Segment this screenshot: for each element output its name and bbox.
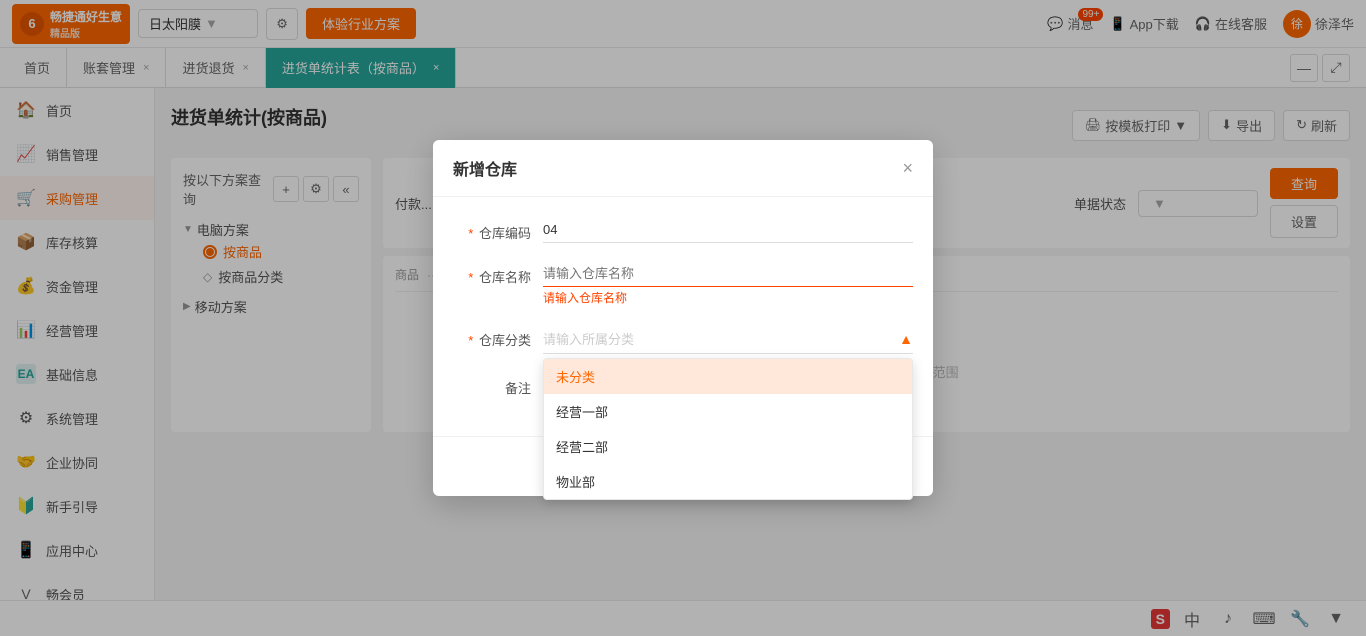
required-star-category: * <box>468 333 473 348</box>
name-field-label: * 仓库名称 <box>453 261 543 286</box>
required-star-code: * <box>468 226 473 241</box>
category-select-wrapper: 请输入所属分类 ▲ 未分类 经营一部 经营二部 物业部 <box>543 324 913 354</box>
modal-title: 新增仓库 <box>453 156 517 180</box>
category-field-label: * 仓库分类 <box>453 324 543 349</box>
modal-new-warehouse: 新增仓库 × * 仓库编码 * 仓库名称 请输入仓库名称 <box>433 140 933 496</box>
modal-body: * 仓库编码 * 仓库名称 请输入仓库名称 * <box>433 197 933 436</box>
chevron-up-icon: ▲ <box>899 331 913 347</box>
category-select[interactable]: 请输入所属分类 ▲ <box>543 324 913 354</box>
category-placeholder: 请输入所属分类 <box>543 329 634 348</box>
dropdown-item-unclassified[interactable]: 未分类 <box>544 359 912 394</box>
dropdown-item-property[interactable]: 物业部 <box>544 464 912 499</box>
name-input[interactable] <box>543 261 913 287</box>
notes-field-label: 备注 <box>453 372 543 397</box>
modal-overlay: 新增仓库 × * 仓库编码 * 仓库名称 请输入仓库名称 <box>0 0 1366 636</box>
modal-header: 新增仓库 × <box>433 140 933 197</box>
form-row-name: * 仓库名称 请输入仓库名称 <box>453 261 913 306</box>
name-field-wrapper: 请输入仓库名称 <box>543 261 913 306</box>
form-row-code: * 仓库编码 <box>453 217 913 243</box>
category-dropdown: 未分类 经营一部 经营二部 物业部 <box>543 358 913 500</box>
dropdown-item-dept1[interactable]: 经营一部 <box>544 394 912 429</box>
form-row-category: * 仓库分类 请输入所属分类 ▲ 未分类 经营一部 经营二部 物业部 <box>453 324 913 354</box>
name-error-message: 请输入仓库名称 <box>543 289 913 306</box>
dropdown-item-dept2[interactable]: 经营二部 <box>544 429 912 464</box>
required-star-name: * <box>468 270 473 285</box>
code-input[interactable] <box>543 217 913 243</box>
code-field-label: * 仓库编码 <box>453 217 543 242</box>
modal-close-button[interactable]: × <box>902 158 913 179</box>
